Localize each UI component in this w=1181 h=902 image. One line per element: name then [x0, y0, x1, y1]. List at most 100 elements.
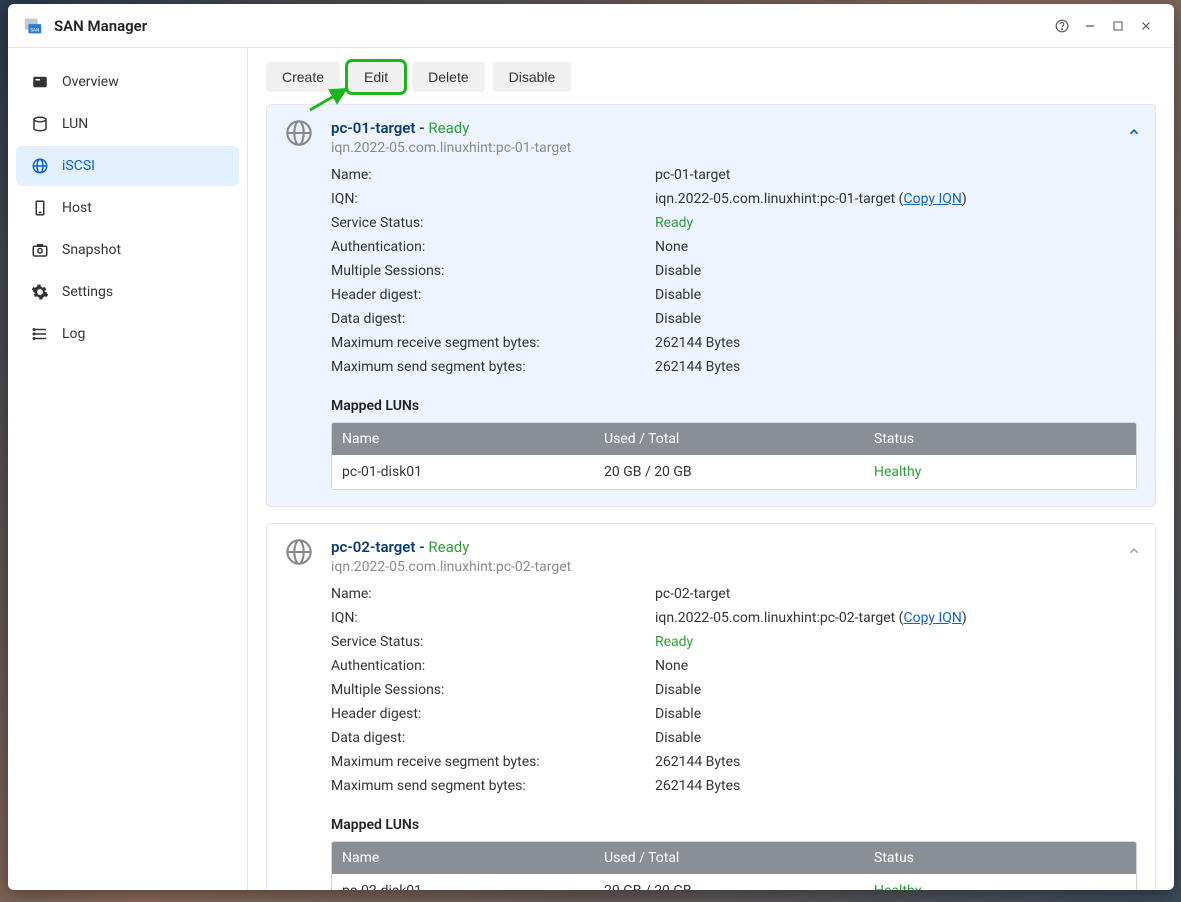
prop-value: Ready [655, 634, 1137, 656]
mapped-luns-title: Mapped LUNs [267, 386, 1155, 422]
lun-status: Healthy [864, 874, 1136, 890]
sidebar: Overview LUN iSCSI Host Snapshot Setting… [8, 48, 248, 890]
maximize-button[interactable] [1104, 12, 1132, 40]
th-used: Used / Total [594, 842, 864, 874]
minimize-button[interactable] [1076, 12, 1104, 40]
mapped-luns-title: Mapped LUNs [267, 805, 1155, 841]
sidebar-item-label: Host [62, 200, 92, 216]
th-status: Status [864, 842, 1136, 874]
sidebar-item-lun[interactable]: LUN [16, 104, 239, 144]
th-used: Used / Total [594, 423, 864, 455]
prop-label: Maximum receive segment bytes: [331, 754, 655, 776]
collapse-button[interactable] [1127, 544, 1141, 562]
sidebar-item-host[interactable]: Host [16, 188, 239, 228]
prop-value: iqn.2022-05.com.linuxhint:pc-01-target (… [655, 191, 1137, 213]
prop-label: Service Status: [331, 215, 655, 237]
prop-label: Data digest: [331, 730, 655, 752]
target-properties: Name:pc-02-target IQN:iqn.2022-05.com.li… [267, 581, 1155, 805]
target-header: pc-01-target - Ready iqn.2022-05.com.lin… [267, 105, 1155, 162]
target-card-pc-02[interactable]: pc-02-target - Ready iqn.2022-05.com.lin… [266, 523, 1156, 890]
prop-label: IQN: [331, 610, 655, 632]
prop-label: IQN: [331, 191, 655, 213]
disable-button[interactable]: Disable [493, 62, 572, 92]
prop-label: Maximum send segment bytes: [331, 359, 655, 381]
san-manager-window: SAN SAN Manager Overview LUN iSCSI Ho [8, 4, 1174, 890]
sidebar-item-label: LUN [62, 116, 88, 132]
target-name: pc-01-target [331, 119, 415, 137]
prop-label: Header digest: [331, 287, 655, 309]
table-row[interactable]: pc-02-disk01 20 GB / 20 GB Healthy [332, 874, 1136, 890]
prop-value: 262144 Bytes [655, 335, 1137, 357]
th-name: Name [332, 842, 594, 874]
prop-label: Maximum send segment bytes: [331, 778, 655, 800]
sidebar-item-log[interactable]: Log [16, 314, 239, 354]
prop-label: Name: [331, 586, 655, 608]
th-name: Name [332, 423, 594, 455]
target-header: pc-02-target - Ready iqn.2022-05.com.lin… [267, 524, 1155, 581]
prop-label: Multiple Sessions: [331, 263, 655, 285]
edit-button[interactable]: Edit [348, 62, 404, 92]
iscsi-icon [30, 156, 50, 176]
sidebar-item-label: Overview [62, 74, 119, 90]
lun-used: 20 GB / 20 GB [594, 874, 864, 890]
create-button[interactable]: Create [266, 62, 340, 92]
sidebar-item-overview[interactable]: Overview [16, 62, 239, 102]
sidebar-item-snapshot[interactable]: Snapshot [16, 230, 239, 270]
prop-label: Authentication: [331, 658, 655, 680]
lun-icon [30, 114, 50, 134]
app-icon: SAN [22, 15, 44, 37]
prop-label: Service Status: [331, 634, 655, 656]
prop-label: Header digest: [331, 706, 655, 728]
delete-button[interactable]: Delete [412, 62, 484, 92]
prop-label: Maximum receive segment bytes: [331, 335, 655, 357]
prop-value: Disable [655, 311, 1137, 333]
lun-name: pc-01-disk01 [332, 455, 594, 489]
target-properties: Name:pc-01-target IQN:iqn.2022-05.com.li… [267, 162, 1155, 386]
target-status: Ready [428, 119, 469, 137]
toolbar: Create Edit Delete Disable [266, 62, 1156, 92]
prop-value: pc-01-target [655, 167, 1137, 189]
prop-value: Disable [655, 706, 1137, 728]
window-title: SAN Manager [54, 17, 147, 35]
collapse-button[interactable] [1127, 125, 1141, 143]
svg-text:SAN: SAN [30, 27, 39, 33]
mapped-luns-table: Name Used / Total Status pc-02-disk01 20… [331, 841, 1137, 890]
lun-used: 20 GB / 20 GB [594, 455, 864, 489]
lun-status: Healthy [864, 455, 1136, 489]
globe-icon [285, 538, 313, 566]
prop-value: None [655, 239, 1137, 261]
sidebar-item-label: Settings [62, 284, 113, 300]
table-row[interactable]: pc-01-disk01 20 GB / 20 GB Healthy [332, 455, 1136, 489]
sidebar-item-label: Log [62, 326, 85, 342]
prop-value: Disable [655, 263, 1137, 285]
prop-value: 262144 Bytes [655, 754, 1137, 776]
target-status: Ready [428, 538, 469, 556]
target-card-pc-01[interactable]: pc-01-target - Ready iqn.2022-05.com.lin… [266, 104, 1156, 507]
gear-icon [30, 282, 50, 302]
prop-value: iqn.2022-05.com.linuxhint:pc-02-target (… [655, 610, 1137, 632]
prop-value: Disable [655, 730, 1137, 752]
target-iqn: iqn.2022-05.com.linuxhint:pc-01-target [331, 140, 1137, 156]
prop-value: None [655, 658, 1137, 680]
copy-iqn-link[interactable]: Copy IQN [903, 191, 961, 207]
close-button[interactable] [1132, 12, 1160, 40]
help-button[interactable] [1048, 12, 1076, 40]
prop-value: Disable [655, 287, 1137, 309]
lun-name: pc-02-disk01 [332, 874, 594, 890]
sidebar-item-label: iSCSI [62, 158, 95, 174]
sidebar-item-settings[interactable]: Settings [16, 272, 239, 312]
prop-label: Data digest: [331, 311, 655, 333]
target-name: pc-02-target [331, 538, 415, 556]
sidebar-item-label: Snapshot [62, 242, 121, 258]
copy-iqn-link[interactable]: Copy IQN [903, 610, 961, 626]
mapped-luns-table: Name Used / Total Status pc-01-disk01 20… [331, 422, 1137, 490]
prop-label: Authentication: [331, 239, 655, 261]
snapshot-icon [30, 240, 50, 260]
globe-icon [285, 119, 313, 147]
host-icon [30, 198, 50, 218]
overview-icon [30, 72, 50, 92]
prop-value: Ready [655, 215, 1137, 237]
prop-value: 262144 Bytes [655, 778, 1137, 800]
sidebar-item-iscsi[interactable]: iSCSI [16, 146, 239, 186]
titlebar: SAN SAN Manager [8, 4, 1174, 48]
